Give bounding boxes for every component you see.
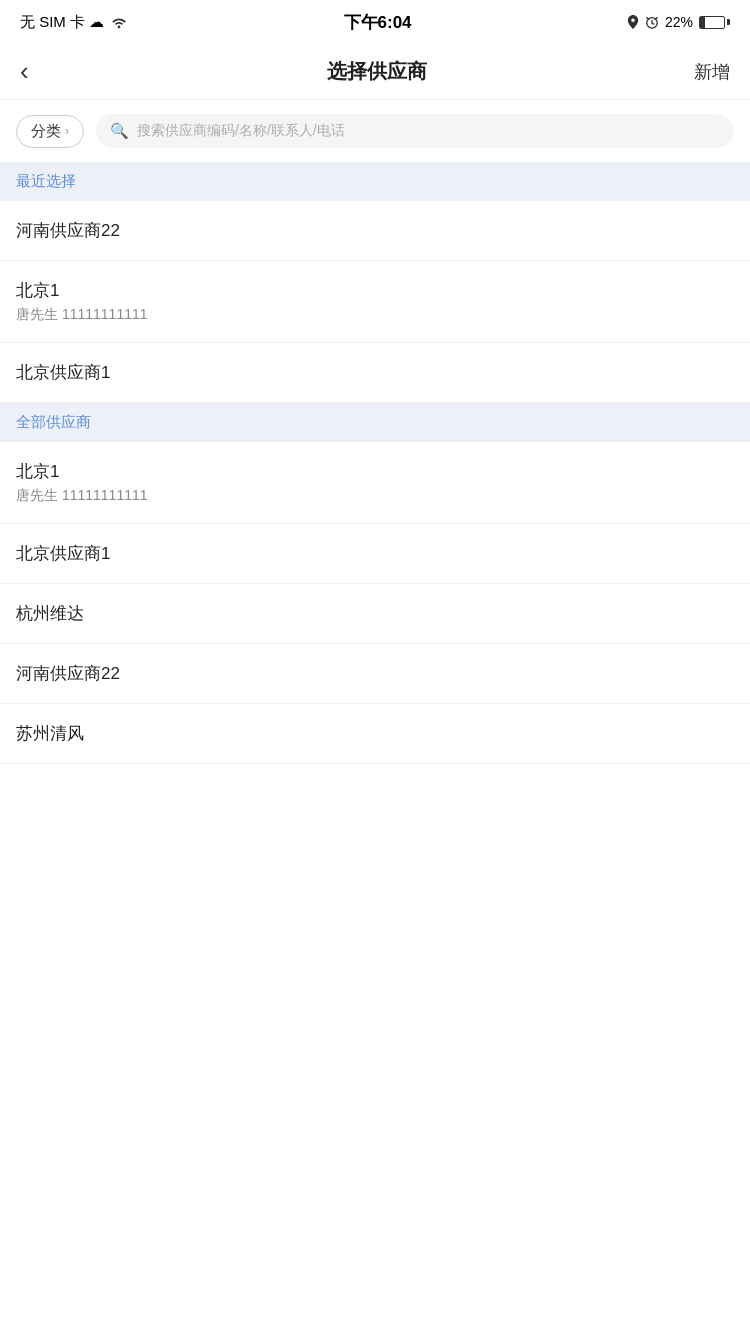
item-name: 河南供应商22	[16, 662, 734, 685]
all-item-2[interactable]: 杭州维达	[0, 584, 750, 644]
all-list: 北京1 唐先生 11111111111 北京供应商1 杭州维达 河南供应商22 …	[0, 442, 750, 764]
item-name: 杭州维达	[16, 602, 734, 625]
battery-percent: 22%	[665, 14, 693, 30]
all-section-label: 全部供应商	[16, 413, 91, 430]
search-box[interactable]: 🔍 搜索供应商编码/名称/联系人/电话	[96, 114, 734, 148]
recent-item-1[interactable]: 北京1 唐先生 11111111111	[0, 261, 750, 343]
item-name: 北京1	[16, 460, 734, 483]
item-name: 北京供应商1	[16, 361, 734, 384]
status-left: 无 SIM 卡 ☁	[20, 13, 128, 32]
item-name: 苏州清风	[16, 722, 734, 745]
page-title: 选择供应商	[327, 58, 427, 85]
status-bar: 无 SIM 卡 ☁ 下午6:04 22%	[0, 0, 750, 44]
sim-label: 无 SIM 卡 ☁	[20, 13, 104, 32]
all-item-1[interactable]: 北京供应商1	[0, 524, 750, 584]
category-label: 分类	[31, 122, 61, 141]
all-item-4[interactable]: 苏州清风	[0, 704, 750, 764]
all-item-3[interactable]: 河南供应商22	[0, 644, 750, 704]
add-button[interactable]: 新增	[694, 60, 730, 84]
status-time: 下午6:04	[344, 11, 412, 34]
all-section-header: 全部供应商	[0, 403, 750, 442]
recent-item-0[interactable]: 河南供应商22	[0, 201, 750, 261]
item-sub: 唐先生 11111111111	[16, 306, 734, 324]
location-icon	[627, 15, 639, 29]
item-name: 北京供应商1	[16, 542, 734, 565]
nav-bar: ‹ 选择供应商 新增	[0, 44, 750, 100]
search-placeholder: 搜索供应商编码/名称/联系人/电话	[137, 122, 720, 140]
battery-icon	[699, 16, 730, 29]
recent-item-2[interactable]: 北京供应商1	[0, 343, 750, 403]
category-filter[interactable]: 分类 ›	[16, 115, 84, 148]
wifi-icon	[110, 15, 128, 29]
item-name: 河南供应商22	[16, 219, 734, 242]
item-name: 北京1	[16, 279, 734, 302]
back-button[interactable]: ‹	[20, 56, 60, 87]
filter-bar: 分类 › 🔍 搜索供应商编码/名称/联系人/电话	[0, 100, 750, 162]
recent-section-header: 最近选择	[0, 162, 750, 201]
alarm-icon	[645, 15, 659, 29]
chevron-right-icon: ›	[65, 124, 69, 138]
item-sub: 唐先生 11111111111	[16, 487, 734, 505]
status-right: 22%	[627, 14, 730, 30]
all-item-0[interactable]: 北京1 唐先生 11111111111	[0, 442, 750, 524]
recent-section-label: 最近选择	[16, 172, 76, 189]
recent-list: 河南供应商22 北京1 唐先生 11111111111 北京供应商1	[0, 201, 750, 403]
search-icon: 🔍	[110, 122, 129, 140]
